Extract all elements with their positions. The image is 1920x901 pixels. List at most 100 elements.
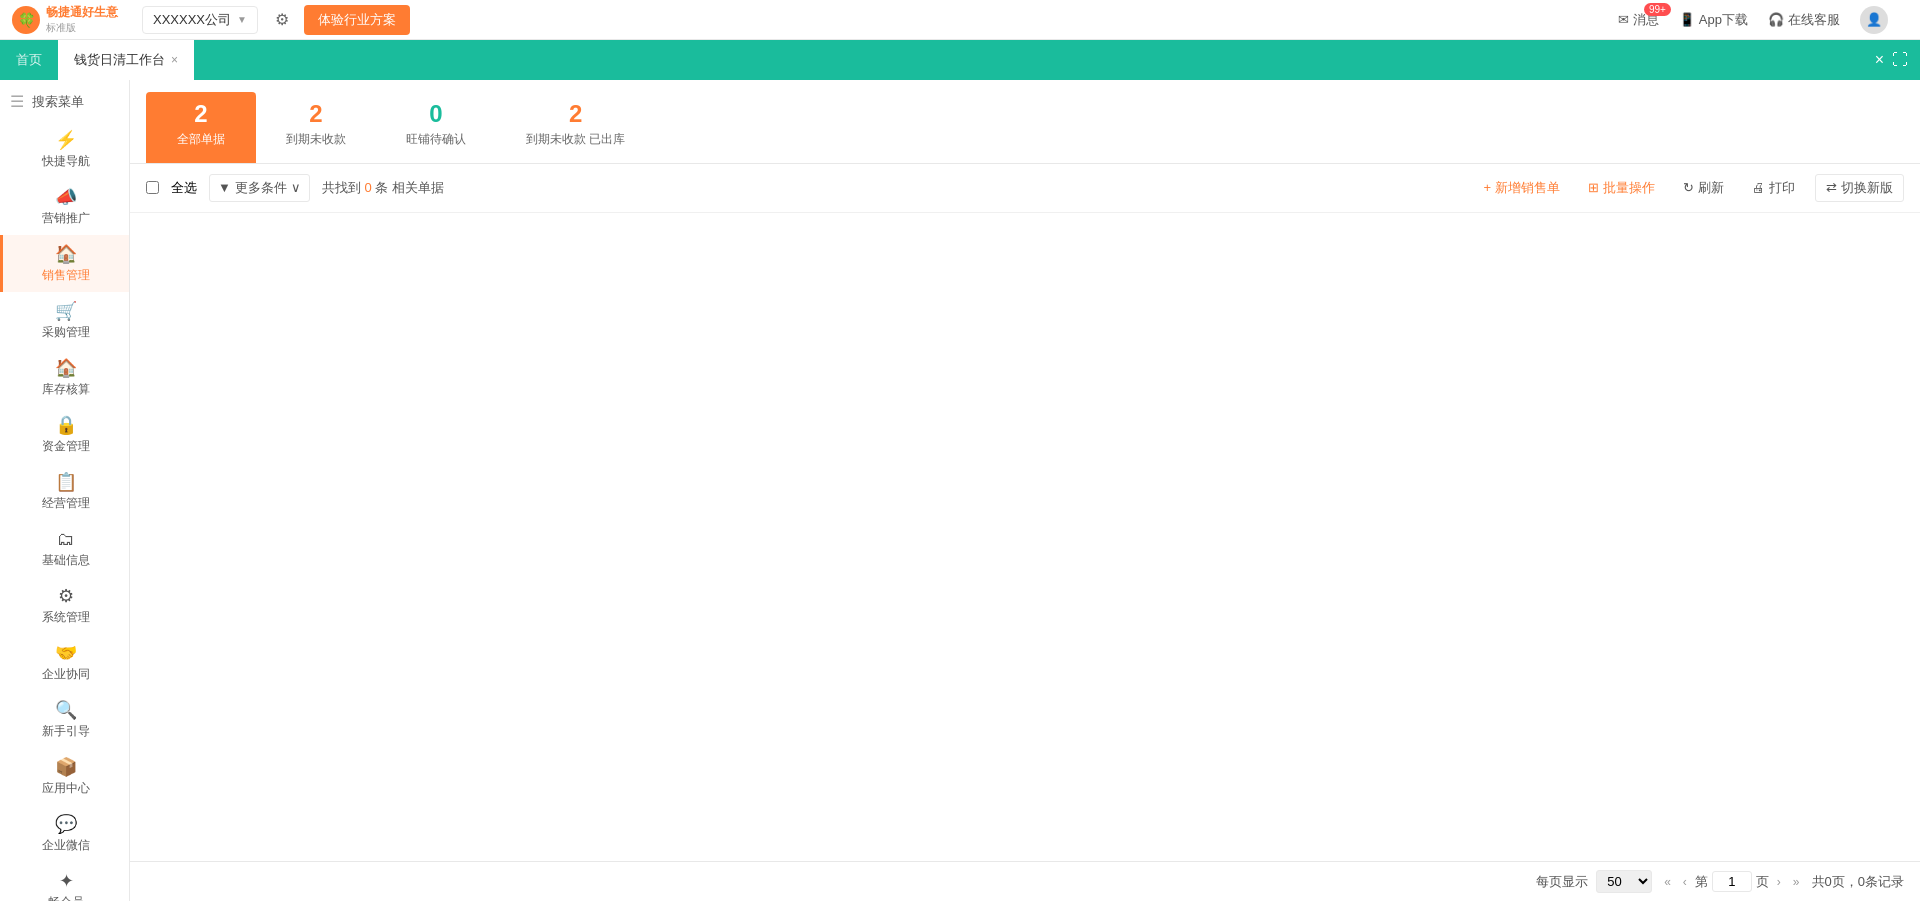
sidebar-item-app-center[interactable]: 📦 应用中心: [0, 748, 129, 805]
stat-tab-pending-confirm[interactable]: 0 旺铺待确认: [376, 92, 496, 163]
sidebar-item-enterprise[interactable]: 🤝 企业协同: [0, 634, 129, 691]
per-page-label: 每页显示: [1536, 873, 1588, 891]
app-download-label: App下载: [1699, 11, 1748, 29]
sidebar-item-sales[interactable]: 🏠 销售管理: [0, 235, 129, 292]
sidebar-item-inventory[interactable]: 🏠 库存核算: [0, 349, 129, 406]
company-selector[interactable]: XXXXXX公司 ▼: [142, 6, 258, 34]
online-service-label: 在线客服: [1788, 11, 1840, 29]
sidebar-item-finance[interactable]: 🔒 资金管理: [0, 406, 129, 463]
logo-sub-text: 标准版: [46, 21, 118, 34]
tab-close-icon[interactable]: ×: [171, 53, 178, 67]
first-page-button[interactable]: «: [1660, 873, 1675, 891]
print-icon: 🖨: [1752, 180, 1765, 195]
quick-nav-icon: ⚡: [55, 131, 77, 149]
member-label: 畅会员: [48, 894, 84, 901]
tab-workbench[interactable]: 钱货日清工作台 ×: [58, 40, 194, 80]
header-actions: ⚙ 体验行业方案: [268, 5, 410, 35]
industry-button[interactable]: 体验行业方案: [304, 5, 410, 35]
toolbar-right: + 新增销售单 ⊞ 批量操作 ↻ 刷新 🖨 打印 ⇄ 切换新版: [1475, 174, 1904, 202]
system-icon: ⚙: [58, 587, 74, 605]
member-icon: ✦: [59, 872, 74, 890]
guide-label: 新手引导: [42, 723, 90, 740]
stat-count-overdue-out: 2: [569, 100, 582, 129]
refresh-button[interactable]: ↻ 刷新: [1675, 175, 1732, 201]
stat-tab-overdue-out[interactable]: 2 到期未收款 已出库: [496, 92, 655, 163]
logo-main-text: 畅捷通好生意: [46, 5, 118, 21]
sidebar-item-guide[interactable]: 🔍 新手引导: [0, 691, 129, 748]
found-count-text: 共找到 0 条 相关单据: [322, 179, 444, 197]
sidebar-item-member[interactable]: ✦ 畅会员: [0, 862, 129, 901]
batch-icon: ⊞: [1588, 180, 1599, 195]
new-sale-label: 新增销售单: [1495, 179, 1560, 197]
system-label: 系统管理: [42, 609, 90, 626]
new-sale-button[interactable]: + 新增销售单: [1475, 175, 1568, 201]
window-close-icon[interactable]: ×: [1875, 51, 1884, 69]
finance-label: 资金管理: [42, 438, 90, 455]
inventory-label: 库存核算: [42, 381, 90, 398]
online-service-button[interactable]: 🎧 在线客服: [1768, 11, 1840, 29]
switch-version-button[interactable]: ⇄ 切换新版: [1815, 174, 1904, 202]
sales-icon: 🏠: [55, 245, 77, 263]
sidebar-item-marketing[interactable]: 📣 营销推广: [0, 178, 129, 235]
stat-count-overdue-payment: 2: [309, 100, 322, 129]
plus-icon: +: [1483, 180, 1491, 195]
stat-tab-all[interactable]: 2 全部单据: [146, 92, 256, 163]
sidebar-item-wechat[interactable]: 💬 企业微信: [0, 805, 129, 862]
sidebar-item-operations[interactable]: 📋 经营管理: [0, 463, 129, 520]
stat-label-overdue-payment: 到期未收款: [286, 131, 346, 148]
footer-pagination: 每页显示 50 100 200 « ‹ 第 页 › » 共0页，0条记录: [130, 861, 1920, 901]
print-label: 打印: [1769, 179, 1795, 197]
per-page-select[interactable]: 50 100 200: [1596, 870, 1652, 893]
found-number: 0: [365, 180, 372, 195]
select-all-checkbox[interactable]: [146, 181, 159, 194]
tab-home[interactable]: 首页: [0, 40, 58, 80]
avatar[interactable]: 👤: [1860, 6, 1888, 34]
tab-bar: 首页 钱货日清工作台 × × ⛶: [0, 40, 1920, 80]
stat-count-all: 2: [194, 100, 207, 129]
message-badge: 99+: [1644, 3, 1671, 16]
next-page-button[interactable]: ›: [1773, 873, 1785, 891]
message-icon: ✉: [1618, 12, 1629, 27]
sidebar-item-purchase[interactable]: 🛒 采购管理: [0, 292, 129, 349]
app-download-button[interactable]: 📱 App下载: [1679, 11, 1748, 29]
marketing-label: 营销推广: [42, 210, 90, 227]
found-suffix: 相关单据: [392, 180, 444, 195]
top-header: 🍀 畅捷通好生意 标准版 XXXXXX公司 ▼ ⚙ 体验行业方案 ✉ 消息 99…: [0, 0, 1920, 40]
right-actions: ✉ 消息 99+ 📱 App下载 🎧 在线客服 👤: [1618, 6, 1908, 34]
stat-tab-overdue-payment[interactable]: 2 到期未收款: [256, 92, 376, 163]
settings-icon[interactable]: ⚙: [268, 6, 296, 34]
stats-tabs: 2 全部单据 2 到期未收款 0 旺铺待确认 2 到期未收款 已出库: [130, 80, 1920, 164]
window-resize-icon[interactable]: ⛶: [1892, 51, 1908, 69]
sidebar-item-system[interactable]: ⚙ 系统管理: [0, 577, 129, 634]
sidebar-item-search-menu[interactable]: ☰ 搜索菜单: [0, 80, 129, 121]
page-number-input[interactable]: [1712, 871, 1752, 892]
total-info: 共0页，0条记录: [1812, 873, 1904, 891]
batch-operation-button[interactable]: ⊞ 批量操作: [1580, 175, 1663, 201]
table-area: [130, 213, 1920, 861]
company-dropdown-icon: ▼: [237, 14, 247, 25]
toolbar: 全选 ▼ 更多条件 ∨ 共找到 0 条 相关单据 + 新增销售单 ⊞ 批量操作: [130, 164, 1920, 213]
search-menu-label: 搜索菜单: [32, 93, 84, 111]
filter-button[interactable]: ▼ 更多条件 ∨: [209, 174, 310, 202]
guide-icon: 🔍: [55, 701, 77, 719]
switch-icon: ⇄: [1826, 180, 1837, 195]
app-center-label: 应用中心: [42, 780, 90, 797]
logo-text: 畅捷通好生意 标准版: [46, 5, 118, 34]
message-button[interactable]: ✉ 消息 99+: [1618, 11, 1659, 29]
last-page-button[interactable]: »: [1789, 873, 1804, 891]
refresh-label: 刷新: [1698, 179, 1724, 197]
prev-page-button[interactable]: ‹: [1679, 873, 1691, 891]
batch-op-label: 批量操作: [1603, 179, 1655, 197]
basic-info-icon: 🗂: [57, 530, 75, 548]
user-icon: 👤: [1866, 12, 1882, 27]
basic-info-label: 基础信息: [42, 552, 90, 569]
sidebar-item-quick-nav[interactable]: ⚡ 快捷导航: [0, 121, 129, 178]
stat-count-pending-confirm: 0: [429, 100, 442, 129]
stat-label-pending-confirm: 旺铺待确认: [406, 131, 466, 148]
sales-label: 销售管理: [42, 267, 90, 284]
print-button[interactable]: 🖨 打印: [1744, 175, 1803, 201]
logo-icon: 🍀: [12, 6, 40, 34]
search-menu-icon: ☰: [10, 92, 24, 111]
workbench-tab-label: 钱货日清工作台: [74, 51, 165, 69]
sidebar-item-basic-info[interactable]: 🗂 基础信息: [0, 520, 129, 577]
